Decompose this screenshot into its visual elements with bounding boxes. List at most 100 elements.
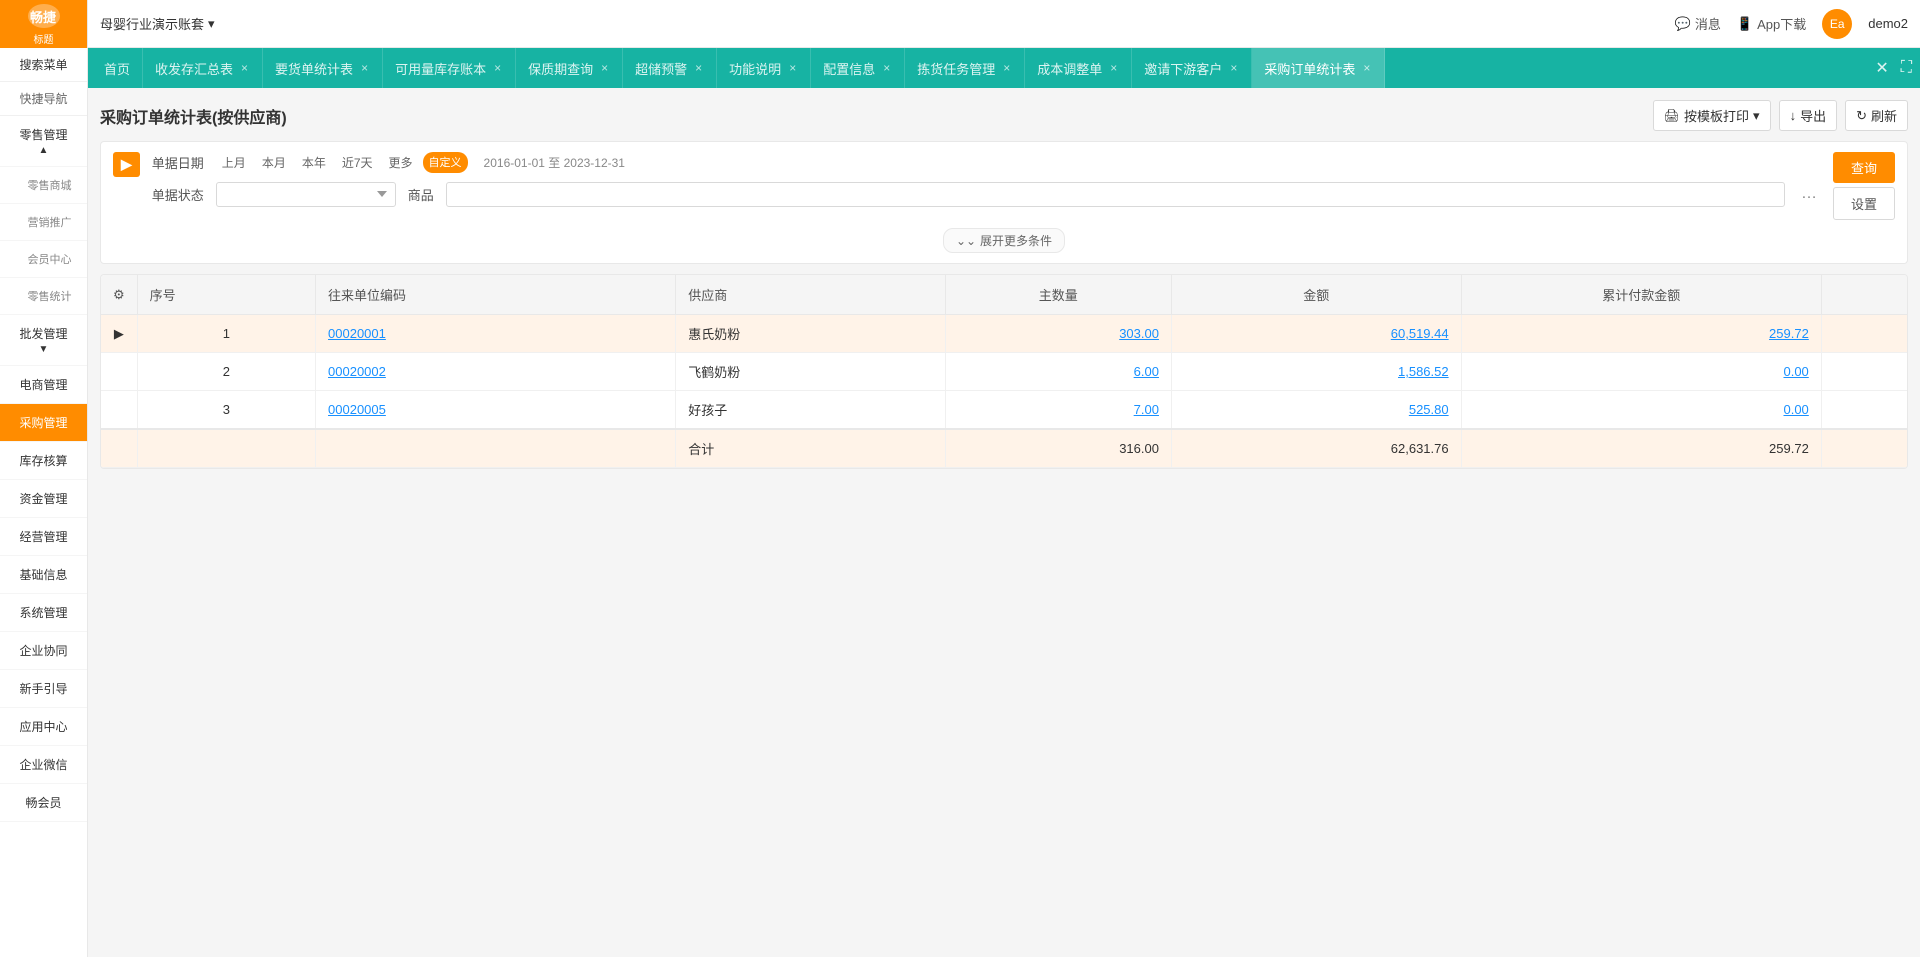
- paid-amount-link[interactable]: 0.00: [1783, 402, 1808, 417]
- tab-pick-task[interactable]: 拣货任务管理 ×: [905, 48, 1025, 88]
- date-custom-tag[interactable]: 自定义: [423, 152, 468, 173]
- tab-purchase-stat-label: 采购订单统计表: [1264, 59, 1355, 78]
- tab-close-icon[interactable]: ×: [359, 61, 370, 75]
- sidebar-item-vip[interactable]: 畅会员: [0, 784, 87, 822]
- tab-close-icon[interactable]: ×: [599, 61, 610, 75]
- tab-invite-down[interactable]: 邀请下游客户 ×: [1132, 48, 1252, 88]
- tab-close-icon[interactable]: ×: [787, 61, 798, 75]
- row-expand-icon[interactable]: ▶: [114, 326, 124, 341]
- amount-link[interactable]: 525.80: [1409, 402, 1449, 417]
- sidebar-item-ecommerce[interactable]: 电商管理: [0, 366, 87, 404]
- qty-link[interactable]: 6.00: [1134, 364, 1159, 379]
- org-selector[interactable]: 母婴行业演示账套 ▾: [100, 14, 215, 33]
- messages-button[interactable]: 💬 消息: [1675, 14, 1721, 33]
- qty-link[interactable]: 303.00: [1119, 326, 1159, 341]
- amount-link[interactable]: 60,519.44: [1391, 326, 1449, 341]
- tab-func-desc[interactable]: 功能说明 ×: [717, 48, 811, 88]
- sidebar-item-retail[interactable]: 零售管理 ▲: [0, 116, 87, 167]
- refresh-button[interactable]: ↻ 刷新: [1845, 100, 1908, 131]
- tab-home-label: 首页: [104, 59, 130, 78]
- filter-toggle-button[interactable]: ▶: [113, 152, 140, 177]
- sidebar-item-label: 新手引导: [19, 680, 67, 697]
- tab-purchase-stat[interactable]: 采购订单统计表 ×: [1252, 48, 1385, 88]
- row-amount-cell: 525.80: [1171, 391, 1461, 430]
- sidebar-item-retail-shop[interactable]: 零售商城: [0, 167, 87, 204]
- tab-close-icon[interactable]: ×: [1361, 61, 1372, 75]
- settings-button[interactable]: 设置: [1833, 187, 1895, 220]
- sidebar-item-inventory[interactable]: 库存核算: [0, 442, 87, 480]
- paid-amount-link[interactable]: 0.00: [1783, 364, 1808, 379]
- tab-config-info[interactable]: 配置信息 ×: [811, 48, 905, 88]
- sidebar-item-new-guide[interactable]: 新手引导: [0, 670, 87, 708]
- table-container: ⚙ 序号 往来单位编码 供应商 主数量 金额 累计付款金额 ▶: [100, 274, 1908, 469]
- sidebar-item-label: 经营管理: [19, 528, 67, 545]
- status-select[interactable]: [216, 182, 396, 207]
- sidebar-item-operations[interactable]: 经营管理: [0, 518, 87, 556]
- date-shortcut-this-month[interactable]: 本月: [256, 152, 292, 173]
- tab-close-icon[interactable]: ×: [693, 61, 704, 75]
- row-supplier-name-cell: 飞鹤奶粉: [676, 353, 945, 391]
- sidebar-item-purchase[interactable]: 采购管理: [0, 404, 87, 442]
- app-download-button[interactable]: 📱 App下载: [1737, 14, 1806, 33]
- sidebar-item-members[interactable]: 会员中心: [0, 241, 87, 278]
- close-tab-button[interactable]: ✕: [1871, 54, 1892, 82]
- tab-close-icon[interactable]: ×: [881, 61, 892, 75]
- supplier-code-link[interactable]: 00020002: [328, 364, 386, 379]
- tab-close-icon[interactable]: ×: [1228, 61, 1239, 75]
- sidebar-item-corp-wechat[interactable]: 企业微信: [0, 746, 87, 784]
- page-header: 采购订单统计表(按供应商) 🖨 按模板打印 ▾ ↓ 导出 ↻ 刷新: [100, 100, 1908, 131]
- supplier-code-link[interactable]: 00020005: [328, 402, 386, 417]
- chevron-down-icon: ⌄⌄: [956, 234, 976, 248]
- user-avatar[interactable]: Ea: [1822, 9, 1852, 39]
- tab-pick-task-label: 拣货任务管理: [917, 59, 995, 78]
- maximize-tab-button[interactable]: ⛶: [1897, 55, 1916, 81]
- tab-close-icon[interactable]: ×: [492, 61, 503, 75]
- tab-close-icon[interactable]: ×: [1001, 61, 1012, 75]
- filter-main-row: ▶ 单据日期 上月 本月 本年 近7天 更多 自定义 2016-01-01 至 …: [113, 152, 1895, 220]
- app-logo[interactable]: 畅捷 标题: [0, 0, 87, 48]
- query-button[interactable]: 查询: [1833, 152, 1895, 183]
- sidebar-item-finance[interactable]: 资金管理: [0, 480, 87, 518]
- sidebar-search[interactable]: 搜索菜单: [0, 48, 87, 82]
- tab-cost-adj[interactable]: 成本调整单 ×: [1025, 48, 1132, 88]
- tab-qty-stock[interactable]: 可用量库存账本 ×: [383, 48, 516, 88]
- col-supplier-code-header: 往来单位编码: [316, 275, 676, 315]
- row-amount-cell: 60,519.44: [1171, 315, 1461, 353]
- row-qty-cell: 6.00: [945, 353, 1171, 391]
- filter-right-btns: 查询 设置: [1833, 152, 1895, 220]
- row-extra-cell: [1821, 315, 1907, 353]
- tab-close-icon[interactable]: ×: [1108, 61, 1119, 75]
- tab-recv-send[interactable]: 收发存汇总表 ×: [143, 48, 263, 88]
- tab-overstock[interactable]: 超储预警 ×: [623, 48, 717, 88]
- row-settings-cell[interactable]: [101, 391, 137, 430]
- row-settings-cell[interactable]: ▶: [101, 315, 137, 353]
- expand-more-button[interactable]: ⌄⌄ 展开更多条件: [943, 228, 1065, 253]
- sidebar-item-app-center[interactable]: 应用中心: [0, 708, 87, 746]
- tab-goods-stat[interactable]: 要货单统计表 ×: [263, 48, 383, 88]
- date-shortcut-more[interactable]: 更多: [383, 152, 419, 173]
- more-filters-icon[interactable]: …: [1797, 181, 1821, 207]
- date-shortcut-7days[interactable]: 近7天: [336, 152, 379, 173]
- user-initials: Ea: [1830, 17, 1845, 31]
- sidebar-item-base-info[interactable]: 基础信息: [0, 556, 87, 594]
- sidebar-item-retail-stat[interactable]: 零售统计: [0, 278, 87, 315]
- date-shortcut-this-year[interactable]: 本年: [296, 152, 332, 173]
- tab-close-icon[interactable]: ×: [239, 61, 250, 75]
- sidebar-item-sys-mgmt[interactable]: 系统管理: [0, 594, 87, 632]
- column-settings-icon[interactable]: ⚙: [113, 287, 125, 302]
- tab-shelf-life[interactable]: 保质期查询 ×: [516, 48, 623, 88]
- print-button[interactable]: 🖨 按模板打印 ▾: [1653, 100, 1771, 131]
- paid-amount-link[interactable]: 259.72: [1769, 326, 1809, 341]
- date-shortcut-last-month[interactable]: 上月: [216, 152, 252, 173]
- export-button[interactable]: ↓ 导出: [1779, 100, 1838, 131]
- tab-home[interactable]: 首页: [92, 48, 143, 88]
- sidebar-item-marketing[interactable]: 营销推广: [0, 204, 87, 241]
- sidebar-item-corp-collab[interactable]: 企业协同: [0, 632, 87, 670]
- goods-input[interactable]: [446, 182, 1785, 207]
- qty-link[interactable]: 7.00: [1134, 402, 1159, 417]
- supplier-code-link[interactable]: 00020001: [328, 326, 386, 341]
- amount-link[interactable]: 1,586.52: [1398, 364, 1449, 379]
- sidebar-item-wholesale[interactable]: 批发管理 ▼: [0, 315, 87, 366]
- row-settings-cell[interactable]: [101, 353, 137, 391]
- sidebar-shortcut[interactable]: 快捷导航: [0, 82, 87, 116]
